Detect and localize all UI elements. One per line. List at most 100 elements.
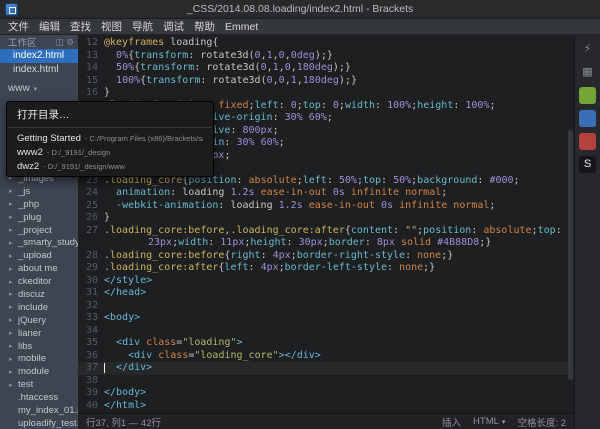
tree-item[interactable]: ▸_upload [0, 249, 78, 262]
code-line[interactable]: 37 </div> [78, 362, 574, 375]
tree-item[interactable]: ▸mobile [0, 352, 78, 365]
live-preview-icon[interactable]: ⚡ [579, 41, 596, 58]
folder-arrow-icon: ▸ [9, 368, 15, 376]
code-line[interactable]: 15 100%{transform: rotate3d(0,0,1,180deg… [78, 75, 574, 88]
line-number: 31 [78, 287, 104, 300]
line-number: 34 [78, 325, 104, 338]
language-label: HTML [473, 416, 499, 427]
tree-item-label: _upload [18, 250, 52, 261]
code-line[interactable]: 31</head> [78, 287, 574, 300]
tree-item[interactable]: ▸include [0, 301, 78, 314]
code-line[interactable]: 26} [78, 212, 574, 225]
code-line[interactable]: 33<body> [78, 312, 574, 325]
line-number: 33 [78, 312, 104, 325]
open-folder-item[interactable]: 打开目录… [7, 105, 213, 125]
tree-item[interactable]: ▸about me [0, 262, 78, 275]
tree-item[interactable]: ▸_smarty_study [0, 236, 78, 249]
folder-arrow-icon: ▸ [9, 278, 15, 286]
code-line[interactable]: 24 animation: loading 1.2s ease-in-out 0… [78, 187, 574, 200]
tree-item[interactable]: ▸_plug [0, 211, 78, 224]
code-line[interactable]: 34 [78, 325, 574, 338]
code-line[interactable]: 38 [78, 375, 574, 388]
code-line[interactable]: 30</style> [78, 275, 574, 288]
code-text: .loading_core:before,.loading_core:after… [104, 225, 574, 250]
code-text: animation: loading 1.2s ease-in-out 0s i… [104, 187, 574, 200]
code-line[interactable]: 28.loading_core:before{right: 4px;border… [78, 250, 574, 263]
tree-item-label: test [18, 379, 33, 390]
code-text: </html> [104, 400, 574, 413]
indent-setting[interactable]: 空格长度: 2 [517, 415, 566, 429]
tree-item[interactable]: my_index_01.php [0, 404, 78, 417]
recent-folder-name: dwz2 [17, 161, 39, 172]
code-line[interactable]: 12@keyframes loading{ [78, 37, 574, 50]
code-line[interactable]: 25 -webkit-animation: loading 1.2s ease-… [78, 200, 574, 213]
scrollbar-thumb[interactable] [568, 130, 573, 380]
recent-folder-item[interactable]: Getting Started- C:/Program Files (x86)/… [7, 131, 213, 145]
extension-icon-blue[interactable] [579, 110, 596, 127]
code-line[interactable]: 14 50%{transform: rotate3d(0,1,0,180deg)… [78, 62, 574, 75]
working-set-icons: ◫⚙ [55, 37, 74, 48]
folder-arrow-icon: ▸ [9, 213, 15, 221]
line-number: 14 [78, 62, 104, 75]
tree-item[interactable]: .htaccess [0, 391, 78, 404]
statusbar-right: 插入 HTML ▾ 空格长度: 2 [442, 415, 566, 429]
code-text: } [104, 87, 574, 100]
working-file[interactable]: index.html [0, 63, 78, 77]
menu-item[interactable]: 帮助 [189, 19, 220, 35]
code-text: } [104, 212, 574, 225]
editor[interactable]: 12@keyframes loading{13 0%{transform: ro… [78, 35, 574, 413]
tree-item-label: uploadify_test.php [18, 418, 78, 429]
menu-item[interactable]: 视图 [96, 19, 127, 35]
code-line[interactable]: 39</body> [78, 387, 574, 400]
tree-item[interactable]: uploadify_test.php [0, 417, 78, 429]
code-text [104, 375, 574, 388]
tree-item[interactable]: ▸_js [0, 185, 78, 198]
menu-item[interactable]: 文件 [3, 19, 34, 35]
working-files: index2.htmlindex.html [0, 49, 78, 77]
menu-item[interactable]: 导航 [127, 19, 158, 35]
recent-folder-item[interactable]: www2- D:/_9191/_design [7, 145, 213, 159]
tree-item[interactable]: ▸libs [0, 340, 78, 353]
folder-arrow-icon: ▸ [9, 316, 15, 324]
tree-item[interactable]: ▸_project [0, 224, 78, 237]
project-selector[interactable]: www ▾ [0, 83, 78, 94]
menu-item[interactable]: 调试 [158, 19, 189, 35]
extension-icon-s[interactable]: S [579, 156, 596, 173]
code-text: <div class="loading_core"></div> [104, 350, 574, 363]
code-line[interactable]: 40</html> [78, 400, 574, 413]
tree-item[interactable]: ▸lianer [0, 327, 78, 340]
tree-item-label: module [18, 366, 49, 377]
tree-item[interactable]: ▸module [0, 365, 78, 378]
titlebar[interactable]: _CSS/2014.08.08.loading/index2.html - Br… [0, 0, 600, 19]
recent-folder-item[interactable]: dwz2- D:/_9191/_design/www [7, 159, 213, 173]
tree-item[interactable]: ▸test [0, 378, 78, 391]
tree-item[interactable]: ▸discuz [0, 288, 78, 301]
split-view-icon[interactable]: ◫ [55, 37, 63, 48]
code-line[interactable]: 36 <div class="loading_core"></div> [78, 350, 574, 363]
menu-item[interactable]: 编辑 [34, 19, 65, 35]
menu-item[interactable]: Emmet [220, 19, 263, 35]
working-file[interactable]: index2.html [0, 49, 78, 63]
line-number: 26 [78, 212, 104, 225]
line-number: 27 [78, 225, 104, 250]
code-line[interactable]: 32 [78, 300, 574, 313]
extension-icon-green[interactable] [579, 87, 596, 104]
code-line[interactable]: 16} [78, 87, 574, 100]
code-line[interactable]: 29.loading_core:after{left: 4px;border-l… [78, 262, 574, 275]
tree-item[interactable]: ▸_php [0, 198, 78, 211]
extension-icon-red[interactable] [579, 133, 596, 150]
gear-icon[interactable]: ⚙ [66, 37, 74, 48]
tree-item-label: _plug [18, 212, 41, 223]
code-line[interactable]: 27.loading_core:before,.loading_core:aft… [78, 225, 574, 250]
menu-item[interactable]: 查找 [65, 19, 96, 35]
cursor-position: 行37, 列1 — 42行 [86, 415, 161, 429]
code-line[interactable]: 35 <div class="loading"> [78, 337, 574, 350]
insert-mode-toggle[interactable]: 插入 [442, 415, 461, 429]
menu-divider [8, 127, 212, 128]
tree-item[interactable]: ▸ckeditor [0, 275, 78, 288]
tree-item[interactable]: ▸jQuery [0, 314, 78, 327]
code-line[interactable]: 13 0%{transform: rotate3d(0,1,0,0deg);} [78, 50, 574, 63]
extension-manager-icon[interactable]: ▦ [579, 64, 596, 81]
language-selector[interactable]: HTML ▾ [473, 416, 505, 427]
code-text [104, 300, 574, 313]
